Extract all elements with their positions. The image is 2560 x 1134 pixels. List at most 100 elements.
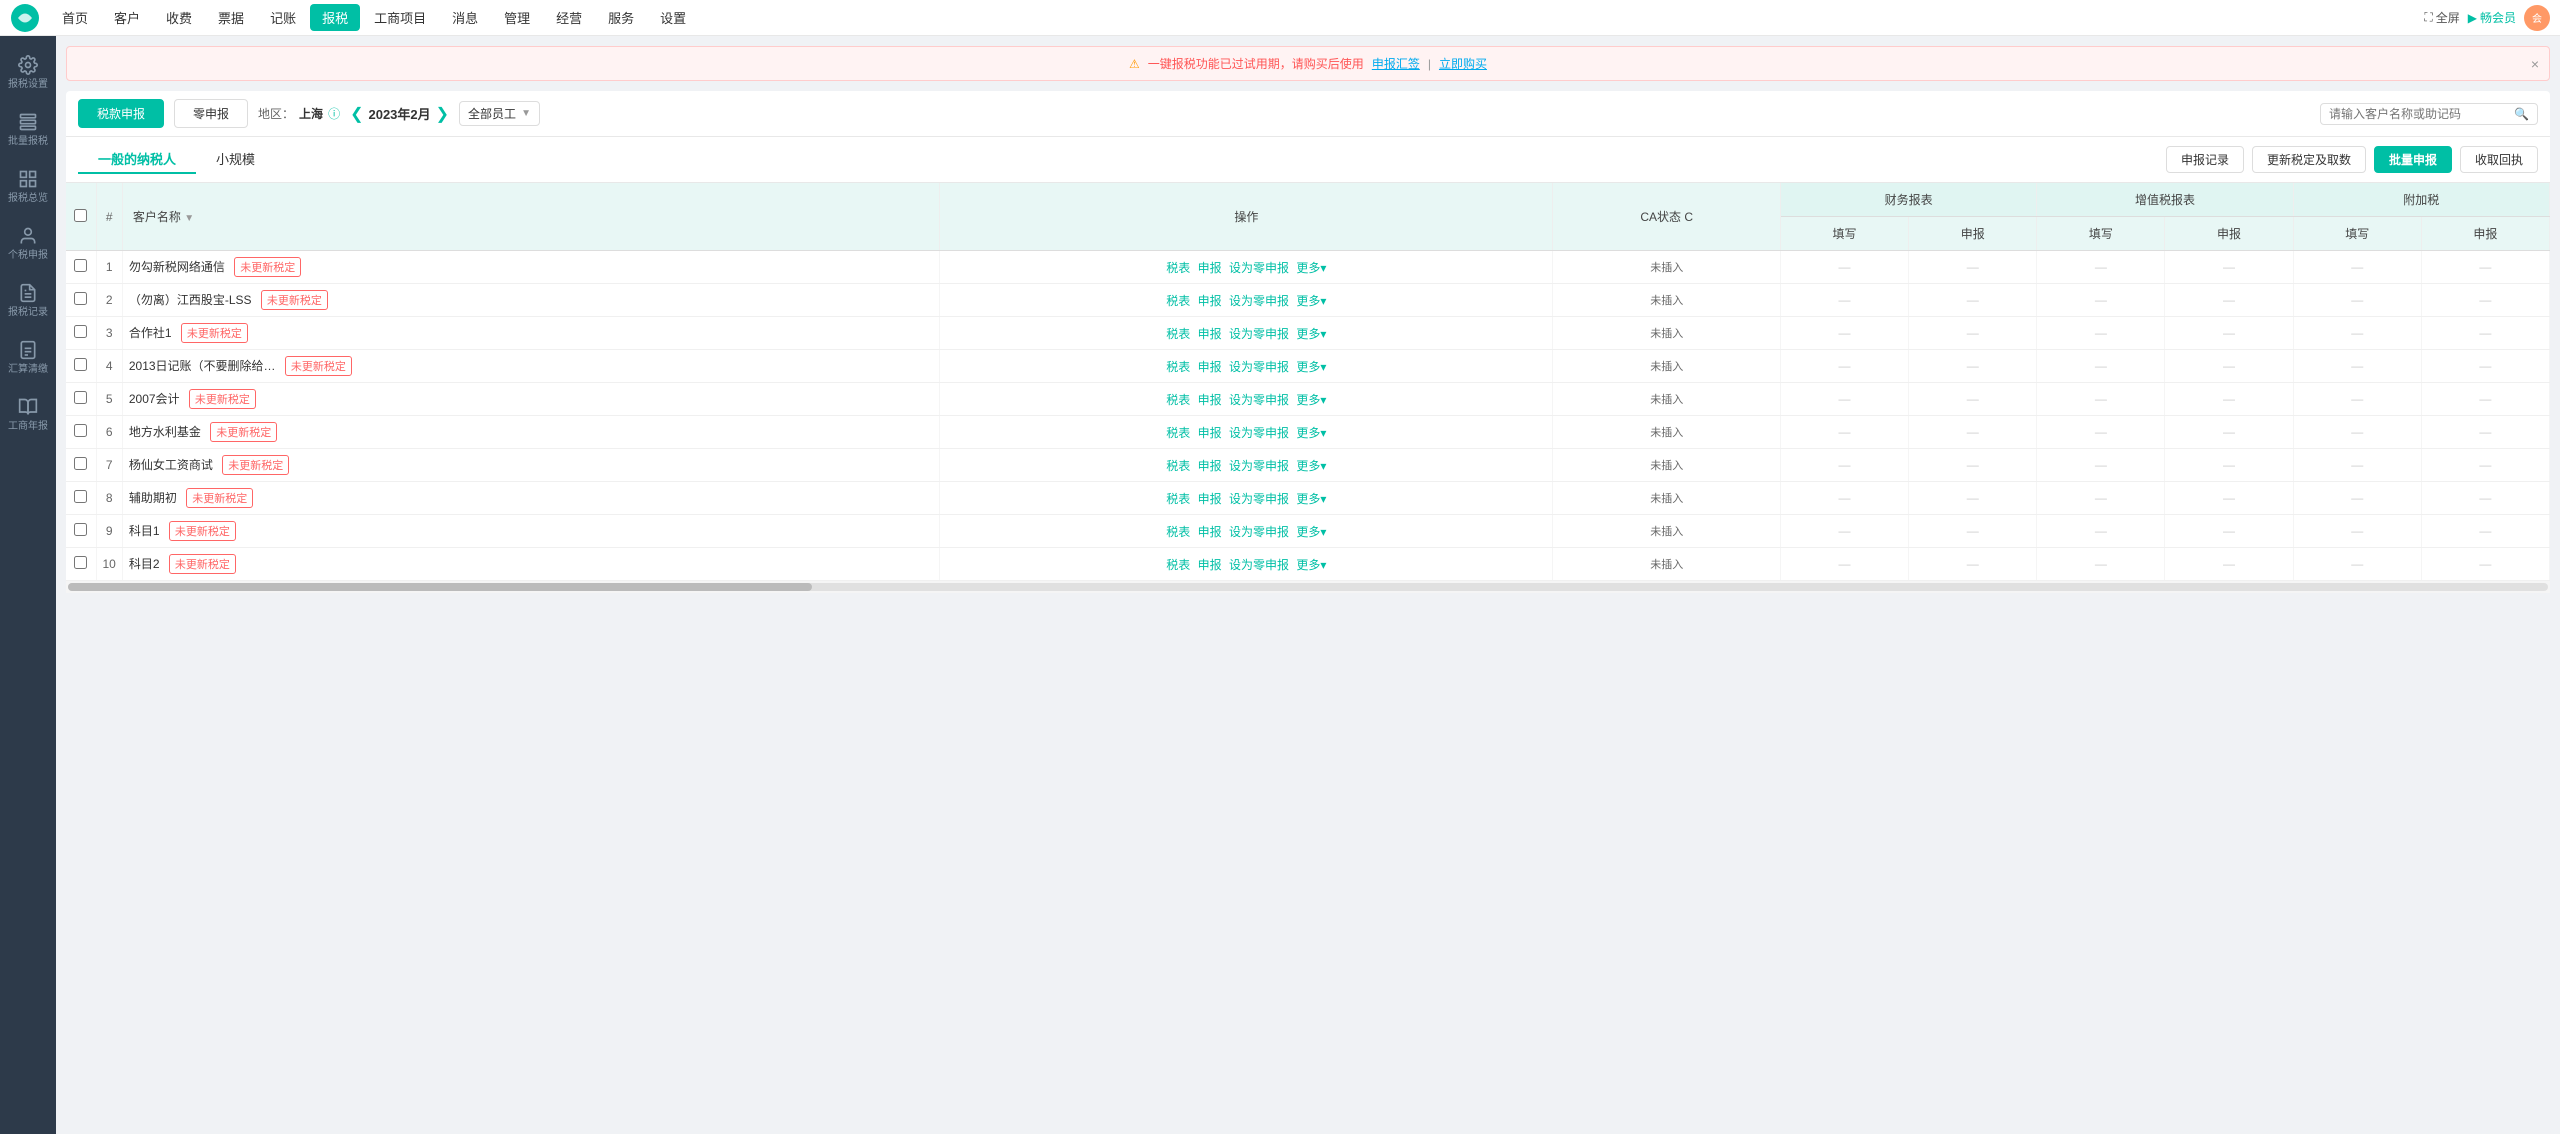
op-declare[interactable]: 申报 [1198,360,1222,374]
batch-declare-button[interactable]: 批量申报 [2374,146,2452,173]
op-more[interactable]: 更多▾ [1296,294,1326,308]
staff-selector[interactable]: 全部员工 ▼ [459,101,540,126]
name-sort-icon[interactable]: ▼ [184,213,194,224]
scrollbar-track[interactable] [68,583,2548,591]
op-declare[interactable]: 申报 [1198,327,1222,341]
op-more[interactable]: 更多▾ [1296,558,1326,572]
op-set-zero[interactable]: 设为零申报 [1229,261,1289,275]
op-more[interactable]: 更多▾ [1296,426,1326,440]
sidebar-item-personal-tax[interactable]: 个税申报 [0,217,56,270]
declare-record-button[interactable]: 申报记录 [2166,146,2244,173]
op-set-zero[interactable]: 设为零申报 [1229,294,1289,308]
nav-fee[interactable]: 收费 [154,4,204,31]
op-tax-table[interactable]: 税表 [1166,525,1190,539]
op-tax-table[interactable]: 税表 [1166,459,1190,473]
member-button[interactable]: ▶ 畅会员 [2468,9,2516,26]
row-ca-status: 未插入 [1553,284,1780,317]
update-tax-button[interactable]: 更新税定及取数 [2252,146,2366,173]
nav-business[interactable]: 工商项目 [362,4,438,31]
nav-home[interactable]: 首页 [50,4,100,31]
op-set-zero[interactable]: 设为零申报 [1229,492,1289,506]
op-declare[interactable]: 申报 [1198,294,1222,308]
tab-general-taxpayer[interactable]: 一般的纳税人 [78,145,196,174]
table-row: 4 2013日记账（不要删除给… 未更新税定 税表 申报 设为零申报 更多▾ 未… [66,350,2550,383]
op-tax-table[interactable]: 税表 [1166,327,1190,341]
annual-icon [17,396,39,418]
row-extra-declare: — [2421,284,2549,317]
nav-operation[interactable]: 经营 [544,4,594,31]
select-all-checkbox[interactable] [74,209,87,222]
nav-invoice[interactable]: 票据 [206,4,256,31]
scrollbar-thumb[interactable] [68,583,812,591]
row-select-checkbox[interactable] [74,292,87,305]
op-set-zero[interactable]: 设为零申报 [1229,360,1289,374]
nav-service[interactable]: 服务 [596,4,646,31]
sidebar-item-tax-record[interactable]: 报税记录 [0,274,56,327]
region-info-icon[interactable]: ⓘ [328,105,340,122]
sidebar-item-annual-report[interactable]: 工商年报 [0,388,56,441]
op-declare[interactable]: 申报 [1198,261,1222,275]
tab-tax-declare[interactable]: 税款申报 [78,99,164,128]
row-select-checkbox[interactable] [74,259,87,272]
op-declare[interactable]: 申报 [1198,525,1222,539]
op-set-zero[interactable]: 设为零申报 [1229,558,1289,572]
op-declare[interactable]: 申报 [1198,492,1222,506]
sidebar-item-tax-overview[interactable]: 报税总览 [0,160,56,213]
row-select-checkbox[interactable] [74,556,87,569]
row-select-checkbox[interactable] [74,325,87,338]
op-set-zero[interactable]: 设为零申报 [1229,426,1289,440]
nav-client[interactable]: 客户 [102,4,152,31]
op-more[interactable]: 更多▾ [1296,492,1326,506]
op-declare[interactable]: 申报 [1198,558,1222,572]
tab-small-scale[interactable]: 小规模 [196,145,275,174]
op-more[interactable]: 更多▾ [1296,525,1326,539]
row-select-checkbox[interactable] [74,391,87,404]
search-input[interactable] [2329,107,2509,121]
nav-settings[interactable]: 设置 [648,4,698,31]
fullscreen-button[interactable]: ⛶ 全屏 [2424,9,2459,26]
op-more[interactable]: 更多▾ [1296,459,1326,473]
sidebar-item-tax-settings[interactable]: 报税设置 [0,46,56,99]
buy-link[interactable]: 立即购买 [1439,55,1487,72]
op-more[interactable]: 更多▾ [1296,261,1326,275]
op-more[interactable]: 更多▾ [1296,393,1326,407]
prev-month-button[interactable]: ❮ [350,104,363,124]
op-declare[interactable]: 申报 [1198,393,1222,407]
op-declare[interactable]: 申报 [1198,426,1222,440]
sidebar-item-batch-tax[interactable]: 批量报税 [0,103,56,156]
op-set-zero[interactable]: 设为零申报 [1229,525,1289,539]
tab-zero-declare[interactable]: 零申报 [174,99,248,128]
region-selector[interactable]: 地区： 上海 ⓘ [258,105,340,122]
op-tax-table[interactable]: 税表 [1166,558,1190,572]
collect-receipt-button[interactable]: 收取回执 [2460,146,2538,173]
op-tax-table[interactable]: 税表 [1166,426,1190,440]
row-select-checkbox[interactable] [74,358,87,371]
row-select-checkbox[interactable] [74,490,87,503]
next-month-button[interactable]: ❯ [436,104,449,124]
op-more[interactable]: 更多▾ [1296,327,1326,341]
op-tax-table[interactable]: 税表 [1166,492,1190,506]
sidebar-item-annual-calc[interactable]: 汇算清缴 [0,331,56,384]
op-tax-table[interactable]: 税表 [1166,261,1190,275]
nav-tax[interactable]: 报税 [310,4,360,31]
op-set-zero[interactable]: 设为零申报 [1229,393,1289,407]
op-tax-table[interactable]: 税表 [1166,360,1190,374]
op-declare[interactable]: 申报 [1198,459,1222,473]
row-select-checkbox[interactable] [74,457,87,470]
horizontal-scrollbar[interactable] [66,581,2550,593]
op-more[interactable]: 更多▾ [1296,360,1326,374]
search-icon[interactable]: 🔍 [2514,107,2529,121]
nav-message[interactable]: 消息 [440,4,490,31]
sidebar-label: 报税记录 [8,307,48,319]
nav-manage[interactable]: 管理 [492,4,542,31]
op-tax-table[interactable]: 税表 [1166,294,1190,308]
op-set-zero[interactable]: 设为零申报 [1229,327,1289,341]
declare-link[interactable]: 申报汇签 [1372,55,1420,72]
nav-bookkeeping[interactable]: 记账 [258,4,308,31]
op-set-zero[interactable]: 设为零申报 [1229,459,1289,473]
banner-close-button[interactable]: × [2531,56,2539,72]
avatar[interactable]: 会 [2524,5,2550,31]
row-select-checkbox[interactable] [74,424,87,437]
row-select-checkbox[interactable] [74,523,87,536]
op-tax-table[interactable]: 税表 [1166,393,1190,407]
